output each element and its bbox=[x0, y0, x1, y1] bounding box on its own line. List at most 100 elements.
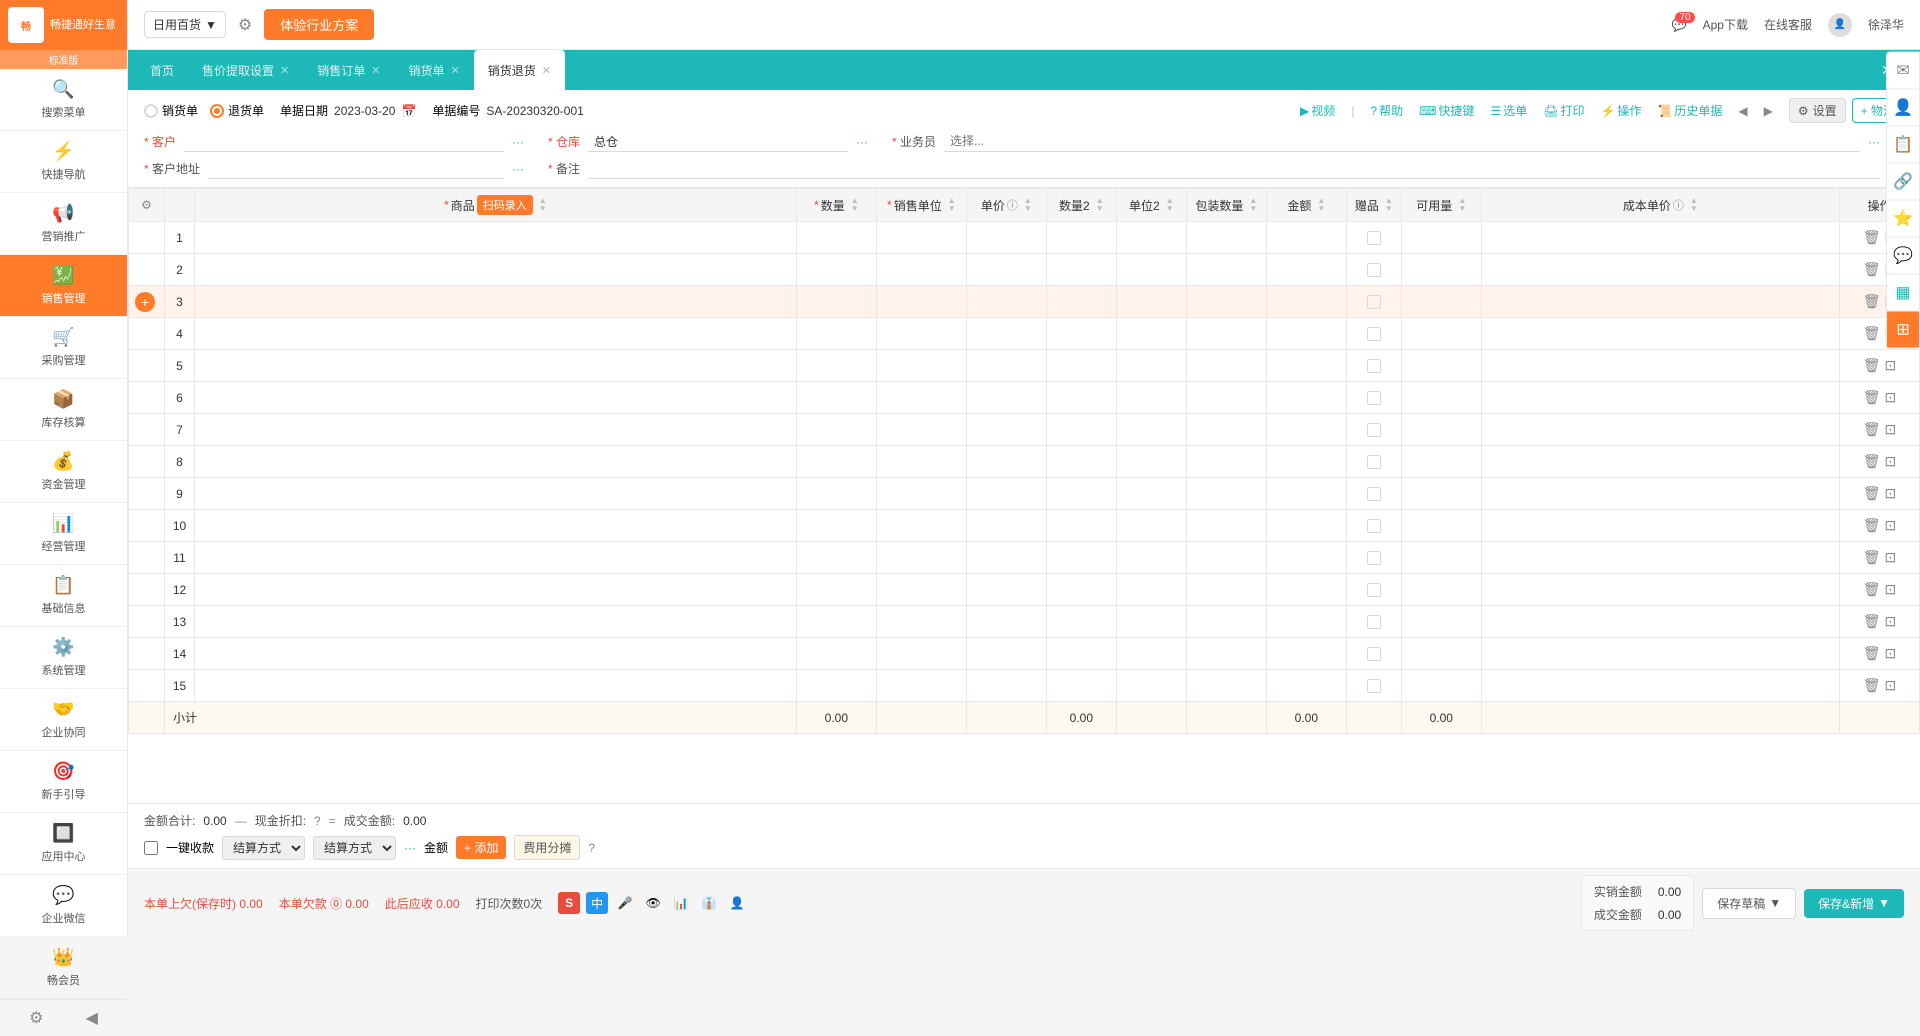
cost-cell[interactable] bbox=[1481, 478, 1839, 510]
product-cell[interactable] bbox=[195, 446, 797, 478]
gift-checkbox[interactable] bbox=[1367, 359, 1381, 373]
tab-return-close[interactable]: ✕ bbox=[542, 64, 551, 77]
product-input[interactable] bbox=[201, 615, 790, 629]
qty2-cell[interactable] bbox=[1046, 350, 1116, 382]
qty2-cell[interactable] bbox=[1046, 542, 1116, 574]
gift-cell[interactable] bbox=[1346, 254, 1401, 286]
app-download-link[interactable]: App下载 bbox=[1703, 16, 1748, 33]
available-cell[interactable] bbox=[1401, 350, 1481, 382]
sidebar-collapse-btn[interactable]: ◀ bbox=[86, 1008, 98, 1028]
pack-cell[interactable] bbox=[1186, 670, 1266, 702]
qty-cell[interactable] bbox=[796, 638, 876, 670]
gift-cell[interactable] bbox=[1346, 350, 1401, 382]
available-cell[interactable] bbox=[1401, 222, 1481, 254]
unit2-cell[interactable] bbox=[1116, 286, 1186, 318]
setting-btn[interactable]: ⚙ 设置 bbox=[1789, 98, 1846, 123]
unit2-cell[interactable] bbox=[1116, 574, 1186, 606]
sidebar-item-system[interactable]: ⚙️ 系统管理 bbox=[0, 627, 127, 689]
unit-cell[interactable] bbox=[876, 510, 966, 542]
sidebar-item-marketing[interactable]: 📢 营销推广 bbox=[0, 193, 127, 255]
product-input[interactable] bbox=[201, 583, 790, 597]
pack-cell[interactable] bbox=[1186, 350, 1266, 382]
qty2-cell[interactable] bbox=[1046, 446, 1116, 478]
gift-cell[interactable] bbox=[1346, 510, 1401, 542]
taskbar-icon-person[interactable]: 👤 bbox=[726, 892, 748, 914]
industry-select[interactable]: 日用百货 ▼ bbox=[144, 11, 226, 38]
gift-cell[interactable] bbox=[1346, 222, 1401, 254]
save-draft-btn[interactable]: 保存草稿 ▼ bbox=[1702, 888, 1796, 919]
qty-cell[interactable] bbox=[796, 510, 876, 542]
address-dots[interactable]: ··· bbox=[512, 162, 524, 176]
unit-cell[interactable] bbox=[876, 286, 966, 318]
add-row-btn[interactable]: + bbox=[135, 292, 155, 312]
amount-cell[interactable] bbox=[1266, 478, 1346, 510]
qty-cell[interactable] bbox=[796, 542, 876, 574]
unit2-cell[interactable] bbox=[1116, 542, 1186, 574]
unit-cell[interactable] bbox=[876, 542, 966, 574]
qty2-cell[interactable] bbox=[1046, 510, 1116, 542]
product-cell[interactable] bbox=[195, 478, 797, 510]
product-input[interactable] bbox=[201, 423, 790, 437]
tab-price[interactable]: 售价提取设置 ✕ bbox=[188, 50, 303, 90]
save-new-btn[interactable]: 保存&新增 ▼ bbox=[1804, 889, 1904, 918]
cost-cell[interactable] bbox=[1481, 350, 1839, 382]
copy-icon[interactable]: ⊡ bbox=[1885, 421, 1897, 438]
experience-btn[interactable]: 体验行业方案 bbox=[264, 9, 374, 40]
pack-cell[interactable] bbox=[1186, 382, 1266, 414]
customer-dots[interactable]: ··· bbox=[512, 135, 524, 149]
sort-gift[interactable]: ▲▼ bbox=[1385, 197, 1393, 213]
amount-cell[interactable] bbox=[1266, 670, 1346, 702]
taskbar-icon-eye[interactable]: 👁 bbox=[642, 892, 664, 914]
gift-checkbox[interactable] bbox=[1367, 423, 1381, 437]
tab-price-close[interactable]: ✕ bbox=[280, 64, 289, 77]
message-btn[interactable]: 💬 70 bbox=[1672, 18, 1687, 32]
qty2-cell[interactable] bbox=[1046, 606, 1116, 638]
right-btn-2[interactable]: 👤 bbox=[1887, 90, 1919, 127]
copy-icon[interactable]: ⊡ bbox=[1885, 453, 1897, 470]
gift-cell[interactable] bbox=[1346, 478, 1401, 510]
pack-cell[interactable] bbox=[1186, 542, 1266, 574]
pack-cell[interactable] bbox=[1186, 414, 1266, 446]
product-cell[interactable] bbox=[195, 574, 797, 606]
copy-icon[interactable]: ⊡ bbox=[1885, 357, 1897, 374]
pack-cell[interactable] bbox=[1186, 606, 1266, 638]
amount-cell[interactable] bbox=[1266, 286, 1346, 318]
pack-cell[interactable] bbox=[1186, 446, 1266, 478]
gift-cell[interactable] bbox=[1346, 382, 1401, 414]
cost-cell[interactable] bbox=[1481, 254, 1839, 286]
sidebar-settings-btn[interactable]: ⚙ bbox=[29, 1008, 43, 1028]
pack-cell[interactable] bbox=[1186, 254, 1266, 286]
product-cell[interactable] bbox=[195, 382, 797, 414]
gift-checkbox[interactable] bbox=[1367, 551, 1381, 565]
unit-cell[interactable] bbox=[876, 318, 966, 350]
cost-cell[interactable] bbox=[1481, 670, 1839, 702]
online-service-link[interactable]: 在线客服 bbox=[1764, 16, 1812, 33]
gift-checkbox[interactable] bbox=[1367, 391, 1381, 405]
shortcut-link[interactable]: ⌨ 快捷键 bbox=[1419, 102, 1474, 119]
sort-qty[interactable]: ▲▼ bbox=[851, 197, 859, 213]
right-btn-7[interactable]: ▦ bbox=[1887, 275, 1919, 312]
product-cell[interactable] bbox=[195, 510, 797, 542]
cost-cell[interactable] bbox=[1481, 542, 1839, 574]
th-settings[interactable]: ⚙ bbox=[129, 189, 165, 222]
calc-method-select[interactable]: 结算方式 bbox=[313, 836, 396, 860]
gift-checkbox[interactable] bbox=[1367, 263, 1381, 277]
price-cell[interactable] bbox=[966, 382, 1046, 414]
amount-cell[interactable] bbox=[1266, 638, 1346, 670]
unit-cell[interactable] bbox=[876, 254, 966, 286]
product-input[interactable] bbox=[201, 551, 790, 565]
right-btn-3[interactable]: 📋 bbox=[1887, 127, 1919, 164]
product-cell[interactable] bbox=[195, 350, 797, 382]
gift-checkbox[interactable] bbox=[1367, 487, 1381, 501]
gift-cell[interactable] bbox=[1346, 574, 1401, 606]
tab-return[interactable]: 销货退货 ✕ bbox=[474, 50, 565, 90]
gift-checkbox[interactable] bbox=[1367, 615, 1381, 629]
qty-cell[interactable] bbox=[796, 350, 876, 382]
price-cell[interactable] bbox=[966, 350, 1046, 382]
price-cell[interactable] bbox=[966, 606, 1046, 638]
sidebar-item-enterprise[interactable]: 🤝 企业协同 bbox=[0, 689, 127, 751]
delete-icon[interactable]: 🗑 bbox=[1863, 613, 1881, 630]
qty2-cell[interactable] bbox=[1046, 574, 1116, 606]
right-btn-6[interactable]: 💬 bbox=[1887, 238, 1919, 275]
product-input[interactable] bbox=[201, 327, 790, 341]
